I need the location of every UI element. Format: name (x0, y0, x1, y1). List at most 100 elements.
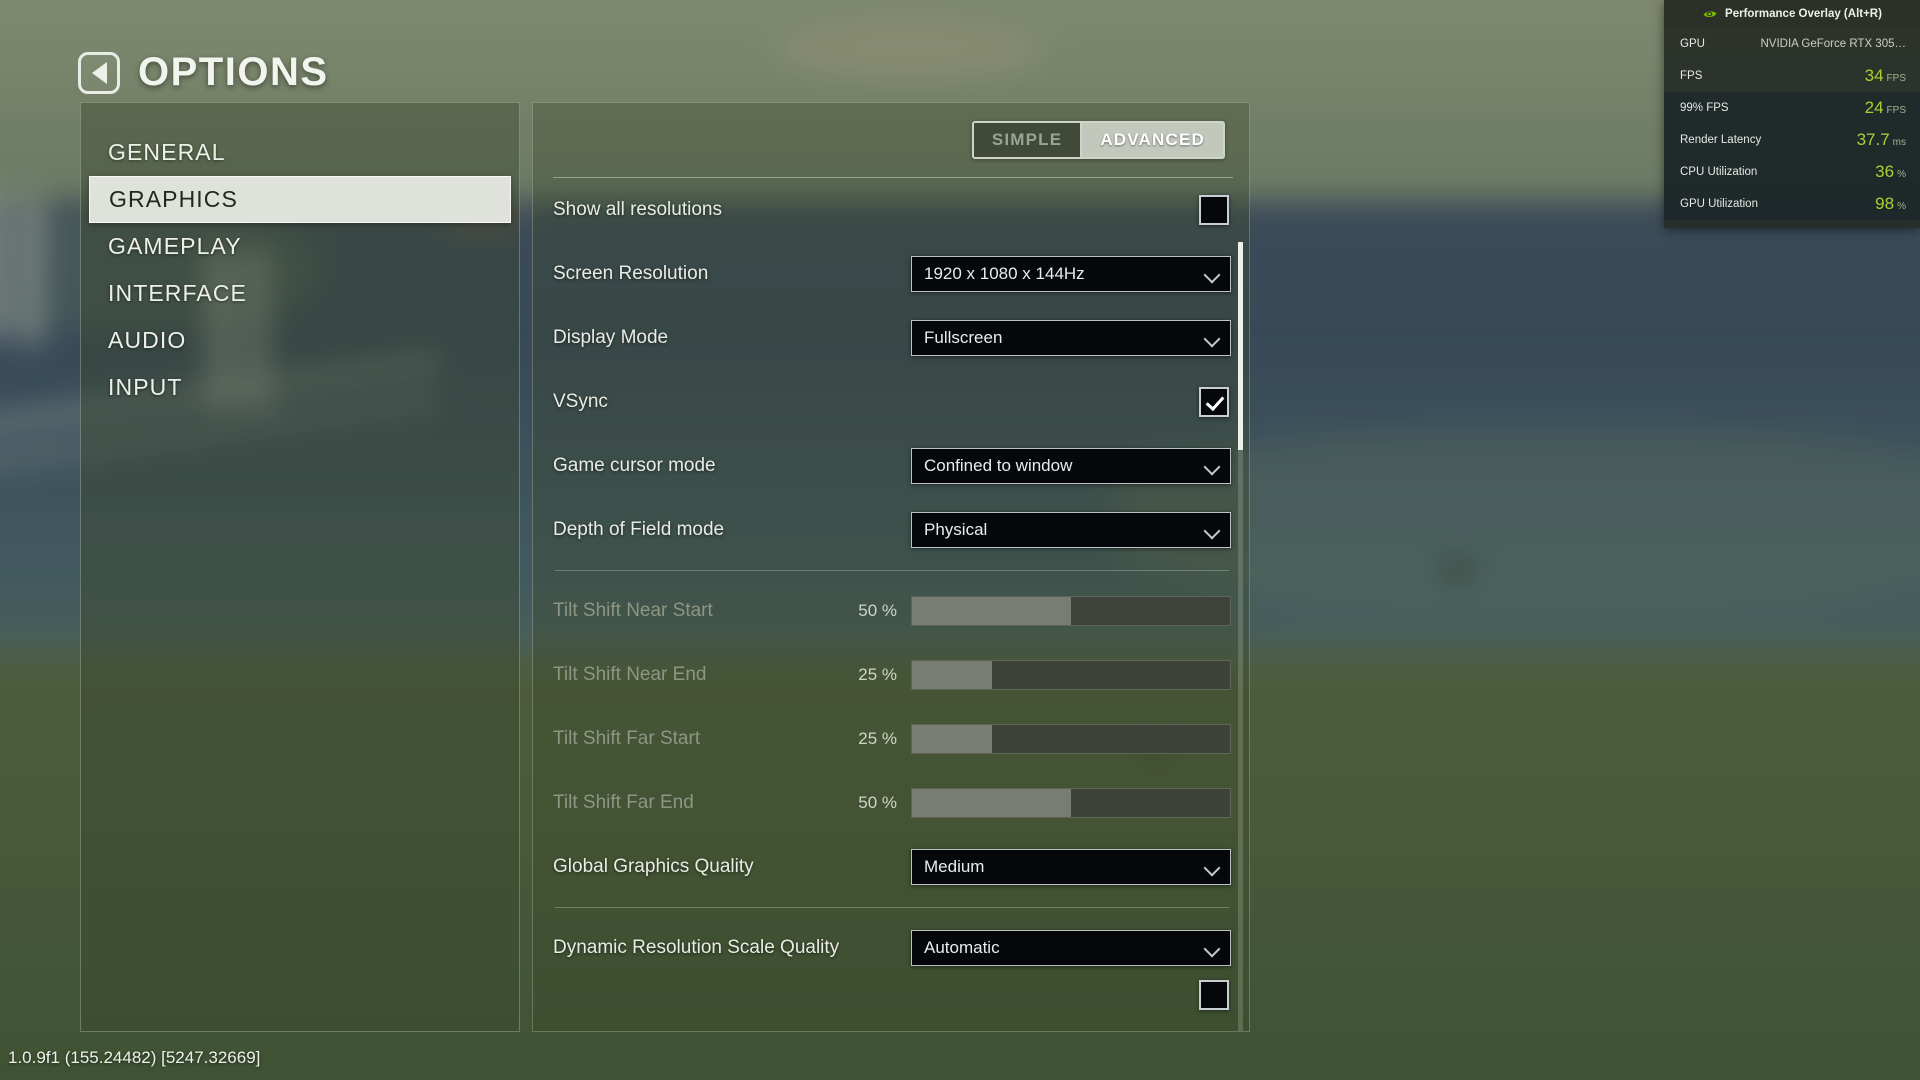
setting-dropdown[interactable]: Automatic (911, 930, 1231, 966)
setting-row: Screen Resolution 1920 x 1080 x 144Hz (553, 242, 1231, 306)
setting-row: Display Mode Fullscreen (553, 306, 1231, 370)
metric-unit: % (1897, 201, 1906, 212)
sidebar-item-general[interactable]: GENERAL (81, 129, 519, 176)
overlay-metric-row: CPU Utilization 36% (1664, 156, 1920, 188)
setting-dropdown[interactable]: Physical (911, 512, 1231, 548)
setting-dropdown[interactable]: Confined to window (911, 448, 1231, 484)
setting-checkbox[interactable] (1199, 980, 1229, 1010)
back-arrow-icon (91, 61, 107, 84)
dropdown-value: Medium (924, 857, 985, 876)
metric-key: GPU (1680, 38, 1705, 50)
version-text: 1.0.9f1 (155.24482) [5247.32669] (8, 1048, 261, 1067)
setting-checkbox[interactable] (1199, 387, 1229, 417)
overlay-title-bar: Performance Overlay (Alt+R) (1664, 0, 1920, 28)
sidebar-item-audio[interactable]: AUDIO (81, 317, 519, 364)
section-divider (555, 907, 1229, 908)
slider-fill (912, 725, 992, 753)
setting-dropdown[interactable]: 1920 x 1080 x 144Hz (911, 256, 1231, 292)
setting-slider[interactable] (911, 660, 1231, 690)
section-divider (555, 570, 1229, 571)
setting-row: Tilt Shift Near End 25 % (553, 643, 1231, 707)
setting-row: Tilt Shift Near Start 50 % (553, 579, 1231, 643)
setting-dropdown[interactable]: Medium (911, 849, 1231, 885)
setting-label: Depth of Field mode (553, 519, 725, 540)
metric-unit: ms (1892, 137, 1906, 148)
sidebar-item-label: INPUT (108, 374, 183, 400)
metric-key: FPS (1680, 70, 1703, 82)
tab-bar: SIMPLE ADVANCED (533, 103, 1249, 159)
chevron-down-icon (1205, 523, 1220, 538)
page-title: OPTIONS (138, 50, 329, 94)
sidebar-item-label: GENERAL (108, 139, 226, 165)
setting-label: Tilt Shift Far Start (553, 728, 701, 749)
sidebar-item-label: INTERFACE (108, 280, 247, 306)
back-button[interactable] (78, 51, 120, 94)
metric-key: Render Latency (1680, 134, 1762, 146)
metric-unit: % (1897, 169, 1906, 180)
setting-label: VSync (553, 391, 608, 412)
simple-advanced-toggle[interactable]: SIMPLE ADVANCED (971, 121, 1225, 159)
setting-label: Tilt Shift Near End (553, 664, 707, 685)
metric-value: 34 FPS (1865, 66, 1906, 86)
metric-number: 98 (1875, 194, 1895, 213)
tab-advanced[interactable]: ADVANCED (1082, 123, 1223, 157)
setting-slider[interactable] (911, 596, 1231, 626)
setting-label: Dynamic Resolution Scale Quality (553, 937, 840, 958)
sidebar-item-input[interactable]: INPUT (81, 364, 519, 411)
page-header: OPTIONS (78, 50, 329, 95)
tab-simple[interactable]: SIMPLE (973, 123, 1081, 157)
overlay-metric-row: 99% FPS 24 FPS (1664, 92, 1920, 124)
slider-value-label: 50 % (858, 793, 897, 812)
scrollbar-thumb[interactable] (1238, 242, 1243, 450)
metric-value: 37.7 ms (1857, 130, 1906, 150)
overlay-metric-row: GPU Utilization 98% (1664, 188, 1920, 220)
dropdown-value: Fullscreen (924, 328, 1003, 347)
setting-label: Screen Resolution (553, 263, 709, 284)
overlay-metrics: GPU NVIDIA GeForce RTX 305… FPS 34 FPS 99% FP… (1664, 28, 1920, 228)
setting-label: Tilt Shift Far End (553, 792, 694, 813)
nvidia-eye-icon (1703, 10, 1717, 17)
content-scrollbar[interactable] (1238, 242, 1243, 1031)
game-options-screen: OPTIONS GENERAL GRAPHICS GAMEPLAY INTERFACE… (0, 0, 1920, 1080)
setting-row: Show all resolutions (553, 178, 1231, 242)
setting-checkbox[interactable] (1199, 195, 1229, 225)
setting-slider[interactable] (911, 788, 1231, 818)
dropdown-value: Automatic (924, 938, 1000, 957)
setting-row: Depth of Field mode Physical (553, 498, 1231, 562)
slider-value-label: 25 % (858, 665, 897, 684)
overlay-metric-row: Render Latency 37.7 ms (1664, 124, 1920, 156)
setting-dropdown[interactable]: Fullscreen (911, 320, 1231, 356)
dropdown-value: Confined to window (924, 456, 1073, 475)
sidebar-list: GENERAL GRAPHICS GAMEPLAY INTERFACE AUDIO INP… (81, 103, 519, 411)
metric-unit: FPS (1886, 73, 1906, 84)
sidebar-item-label: GAMEPLAY (108, 233, 242, 259)
slider-fill (912, 597, 1071, 625)
metric-value: 24 FPS (1865, 98, 1906, 118)
sidebar-item-graphics[interactable]: GRAPHICS (89, 176, 511, 223)
settings-list: Show all resolutions Screen Resolution 192… (533, 178, 1249, 1010)
chevron-down-icon (1205, 267, 1220, 282)
slider-value-label: 50 % (858, 601, 897, 620)
setting-row: Tilt Shift Far End 50 % (553, 771, 1231, 835)
metric-key: CPU Utilization (1680, 166, 1758, 178)
setting-row: Game cursor mode Confined to window (553, 434, 1231, 498)
setting-row: VSync (553, 370, 1231, 434)
metric-unit: FPS (1886, 105, 1906, 116)
slider-fill (912, 661, 992, 689)
metric-key: GPU Utilization (1680, 198, 1758, 210)
slider-fill (912, 789, 1071, 817)
options-sidebar: GENERAL GRAPHICS GAMEPLAY INTERFACE AUDIO INP… (80, 102, 520, 1032)
sidebar-item-label: GRAPHICS (109, 186, 238, 212)
setting-row: Dynamic Resolution Scale Quality Automati… (553, 916, 1231, 980)
setting-slider[interactable] (911, 724, 1231, 754)
overlay-metric-row: GPU NVIDIA GeForce RTX 305… (1664, 28, 1920, 60)
chevron-down-icon (1205, 459, 1220, 474)
sidebar-item-interface[interactable]: INTERFACE (81, 270, 519, 317)
setting-row (553, 980, 1231, 1010)
metric-number: 36 (1875, 162, 1895, 181)
sidebar-item-gameplay[interactable]: GAMEPLAY (81, 223, 519, 270)
checkbox-wrap (911, 195, 1231, 225)
setting-label: Tilt Shift Near Start (553, 600, 713, 621)
chevron-down-icon (1205, 941, 1220, 956)
metric-number: 24 (1864, 98, 1884, 117)
